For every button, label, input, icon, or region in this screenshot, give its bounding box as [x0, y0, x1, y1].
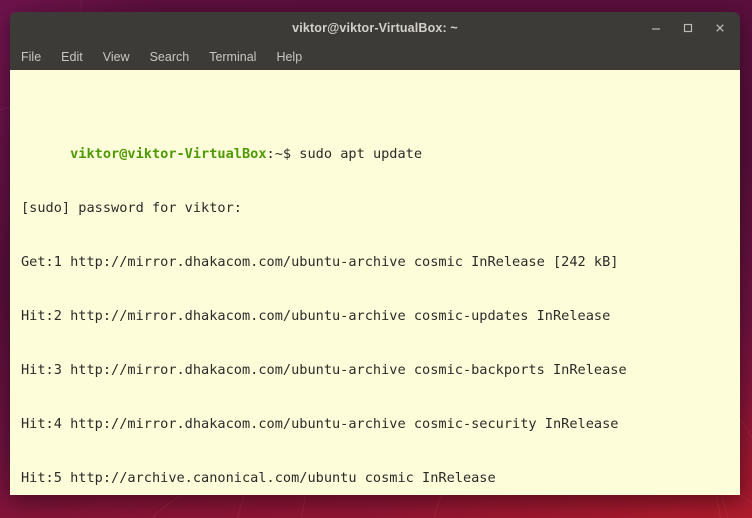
minimize-icon[interactable] — [640, 12, 672, 43]
terminal-output-area[interactable]: viktor@viktor-VirtualBox:~$ sudo apt upd… — [10, 70, 740, 495]
window-controls — [640, 12, 736, 43]
terminal-line: [sudo] password for viktor: — [21, 200, 242, 216]
terminal-command-line: viktor@viktor-VirtualBox:~$ sudo apt upd… — [21, 127, 740, 162]
menu-item-view[interactable]: View — [103, 50, 130, 64]
terminal-line: Hit:3 http://mirror.dhakacom.com/ubuntu-… — [21, 362, 627, 378]
menu-item-terminal[interactable]: Terminal — [209, 50, 256, 64]
terminal-line: Get:1 http://mirror.dhakacom.com/ubuntu-… — [21, 254, 619, 270]
terminal-line: Hit:5 http://archive.canonical.com/ubunt… — [21, 470, 496, 486]
menu-item-help[interactable]: Help — [276, 50, 302, 64]
maximize-icon[interactable] — [672, 12, 704, 43]
menu-item-file[interactable]: File — [21, 50, 41, 64]
terminal-command: sudo apt update — [299, 146, 423, 162]
shell-prompt-tail: :~$ — [266, 146, 300, 162]
close-icon[interactable] — [704, 12, 736, 43]
terminal-line: Hit:4 http://mirror.dhakacom.com/ubuntu-… — [21, 416, 619, 432]
terminal-line: Hit:2 http://mirror.dhakacom.com/ubuntu-… — [21, 308, 611, 324]
terminal-window: viktor@viktor-VirtualBox: ~ File Edit Vi… — [10, 12, 740, 495]
menu-item-edit[interactable]: Edit — [61, 50, 83, 64]
shell-prompt-user: viktor@viktor-VirtualBox — [70, 146, 267, 162]
menu-bar: File Edit View Search Terminal Help — [10, 43, 740, 70]
window-titlebar[interactable]: viktor@viktor-VirtualBox: ~ — [10, 12, 740, 43]
menu-item-search[interactable]: Search — [150, 50, 190, 64]
window-title: viktor@viktor-VirtualBox: ~ — [292, 20, 458, 35]
